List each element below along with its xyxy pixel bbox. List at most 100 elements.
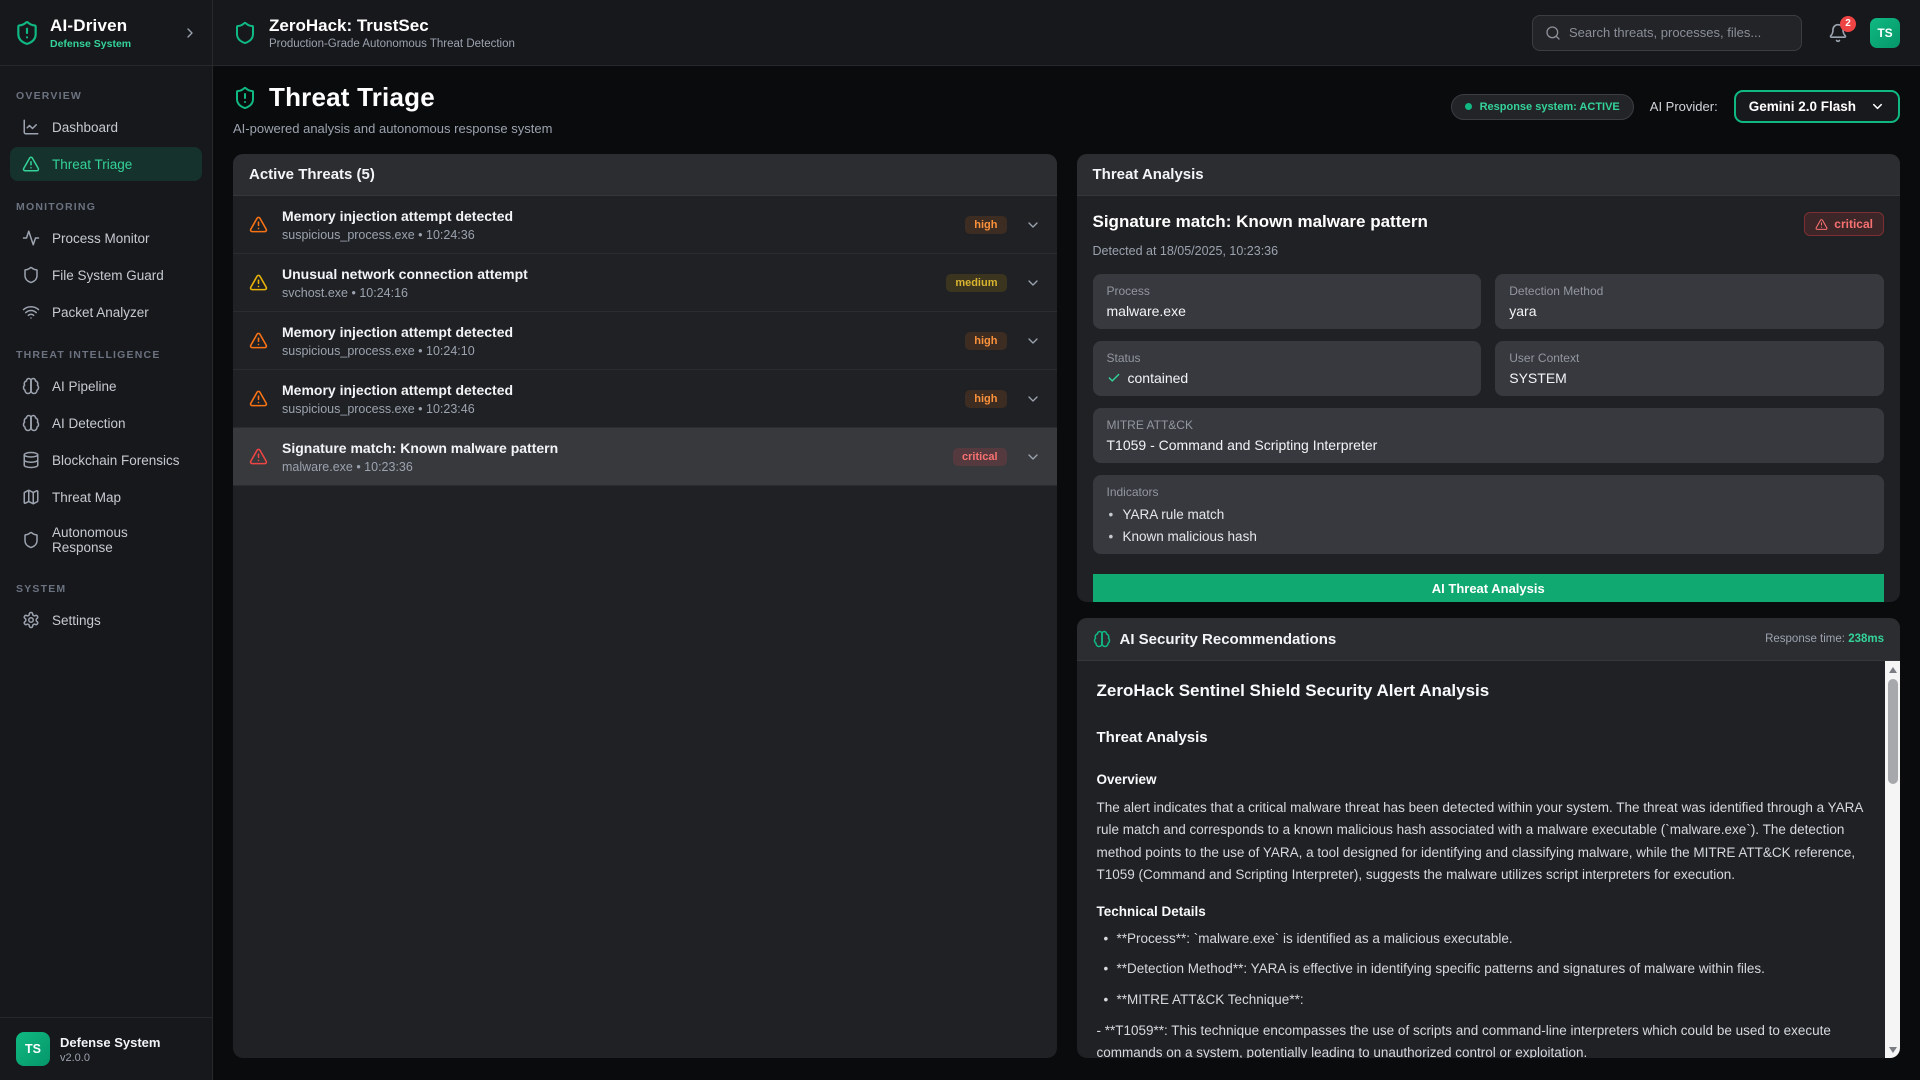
nav-section-overview: OVERVIEW (16, 90, 83, 102)
ai-threat-analysis-button[interactable]: AI Threat Analysis (1092, 574, 1884, 602)
md-heading: Threat Analysis (1096, 729, 1208, 746)
severity-badge: medium (946, 273, 1007, 292)
indicators-card: Indicators YARA rule match Known malicio… (1092, 475, 1884, 554)
sidebar-nav: OVERVIEW Dashboard Threat Triage MONITOR… (0, 66, 212, 1017)
severity-badge: high (965, 331, 1007, 350)
ai-recommendations-panel: AI Security Recommendations Response tim… (1076, 618, 1900, 1058)
sidebar-item-threat-triage[interactable]: Threat Triage (10, 147, 202, 181)
threat-meta: suspicious_process.exe • 10:24:36 (282, 227, 475, 242)
chevron-right-icon[interactable] (182, 25, 198, 41)
wifi-icon (22, 303, 40, 321)
right-column: Threat Analysis Signature match: Known m… (1076, 154, 1901, 1058)
sidebar-item-blockchain-forensics[interactable]: Blockchain Forensics (10, 443, 202, 477)
sidebar-item-label: Threat Triage (52, 156, 133, 172)
field-label: Detection Method (1509, 284, 1604, 298)
threat-title: Memory injection attempt detected (282, 207, 514, 224)
threat-row[interactable]: Memory injection attempt detected suspic… (233, 370, 1057, 428)
brain-icon (22, 414, 40, 432)
ai-recommendations-body: ZeroHack Sentinel Shield Security Alert … (1077, 661, 1900, 1058)
app-title: ZeroHack: TrustSec (269, 15, 429, 35)
gear-icon (22, 611, 40, 629)
ai-provider-value: Gemini 2.0 Flash (1748, 99, 1856, 114)
scrollbar-thumb[interactable] (1887, 679, 1898, 784)
scroll-down-arrow-icon[interactable] (1885, 1042, 1900, 1057)
threat-meta: suspicious_process.exe • 10:24:10 (282, 343, 475, 358)
field-card-status: Status contained (1092, 341, 1482, 396)
sidebar-item-label: Blockchain Forensics (52, 452, 180, 468)
response-time-label: Response time: (1765, 633, 1849, 645)
sidebar-item-file-system-guard[interactable]: File System Guard (10, 258, 202, 292)
page-controls: Response system: ACTIVE AI Provider: Gem… (1450, 90, 1900, 123)
status-badge-label: Response system: ACTIVE (1479, 100, 1620, 113)
sidebar-item-label: Autonomous Response (52, 525, 128, 555)
sidebar-header: AI-Driven Defense System (0, 0, 212, 66)
chevron-down-icon[interactable] (1025, 275, 1041, 291)
scroll-up-arrow-icon[interactable] (1885, 662, 1900, 677)
severity-badge: high (965, 389, 1007, 408)
md-list-item: **Process**: `malware.exe` is identified… (1097, 929, 1865, 950)
threat-row[interactable]: Memory injection attempt detected suspic… (233, 312, 1057, 370)
field-value: SYSTEM (1509, 370, 1567, 386)
chevron-down-icon[interactable] (1025, 333, 1041, 349)
chevron-down-icon[interactable] (1025, 391, 1041, 407)
sidebar-item-label: Threat Map (52, 489, 122, 505)
sidebar-item-process-monitor[interactable]: Process Monitor (10, 221, 202, 255)
nav-section-monitoring: MONITORING (16, 201, 97, 213)
field-label: Process (1106, 284, 1150, 298)
nav-section-system: SYSTEM (16, 583, 67, 595)
threat-analysis-body: Signature match: Known malware pattern c… (1077, 196, 1901, 602)
alert-triangle-icon (1815, 218, 1828, 231)
field-card-process: Process malware.exe (1092, 274, 1482, 329)
field-label: Status (1106, 351, 1141, 365)
detected-at: Detected at 18/05/2025, 10:23:36 (1092, 244, 1279, 258)
sidebar-item-threat-map[interactable]: Threat Map (10, 480, 202, 514)
sidebar-item-label: AI Pipeline (52, 378, 117, 394)
alert-triangle-icon (249, 331, 268, 350)
response-time-value: 238ms (1848, 633, 1884, 645)
scrollbar[interactable] (1885, 661, 1900, 1058)
mitre-card: MITRE ATT&CK T1059 - Command and Scripti… (1092, 408, 1884, 463)
shield-icon (22, 531, 40, 549)
sidebar-item-settings[interactable]: Settings (10, 603, 202, 637)
threat-analysis-panel: Threat Analysis Signature match: Known m… (1076, 154, 1901, 602)
notifications-button[interactable]: 2 (1828, 15, 1856, 43)
sidebar-item-label: Process Monitor (52, 230, 150, 246)
shield-alert-icon (14, 20, 40, 46)
main-area: ZeroHack: TrustSec Production-Grade Auto… (213, 0, 1920, 1080)
footer-version: v2.0.0 (60, 1051, 90, 1064)
sidebar-item-packet-analyzer[interactable]: Packet Analyzer (10, 295, 202, 329)
sidebar-item-dashboard[interactable]: Dashboard (10, 110, 202, 144)
threat-row[interactable]: Memory injection attempt detected suspic… (233, 196, 1057, 254)
status-badge: Response system: ACTIVE (1450, 93, 1634, 120)
search-input[interactable] (1569, 25, 1789, 40)
topbar: ZeroHack: TrustSec Production-Grade Auto… (213, 0, 1920, 66)
sidebar-item-ai-detection[interactable]: AI Detection (10, 406, 202, 440)
sidebar-item-label: File System Guard (52, 267, 164, 283)
activity-icon (22, 229, 40, 247)
threat-row[interactable]: Unusual network connection attempt svcho… (233, 254, 1057, 312)
threat-row-selected[interactable]: Signature match: Known malware pattern m… (233, 428, 1057, 486)
indicator-item: Known malicious hash (1107, 529, 1871, 544)
ai-provider-select[interactable]: Gemini 2.0 Flash (1733, 90, 1900, 123)
app-subtitle: Production-Grade Autonomous Threat Detec… (269, 37, 515, 50)
md-list-item: **MITRE ATT&CK Technique**: (1097, 990, 1865, 1011)
map-icon (22, 488, 40, 506)
search-icon (1545, 25, 1561, 41)
shield-alert-icon (233, 86, 257, 110)
ai-recommendations-title: AI Security Recommendations (1119, 630, 1337, 648)
sidebar-item-label: Settings (52, 612, 101, 628)
sidebar-item-label: AI Detection (52, 415, 126, 431)
field-card-detection-method: Detection Method yara (1495, 274, 1884, 329)
database-icon (22, 451, 40, 469)
critical-severity-label: critical (1834, 217, 1873, 231)
threat-analysis-header: Threat Analysis (1076, 154, 1900, 196)
md-paragraph: The alert indicates that a critical malw… (1096, 800, 1863, 882)
sidebar-item-autonomous-response[interactable]: Autonomous Response (10, 517, 202, 563)
chevron-down-icon[interactable] (1025, 449, 1041, 465)
notification-count-badge: 2 (1840, 15, 1856, 32)
user-avatar[interactable]: TS (1870, 17, 1900, 48)
alert-triangle-icon (22, 155, 40, 173)
threat-meta: malware.exe • 10:23:36 (282, 459, 413, 474)
sidebar-item-ai-pipeline[interactable]: AI Pipeline (10, 369, 202, 403)
chevron-down-icon[interactable] (1025, 217, 1041, 233)
